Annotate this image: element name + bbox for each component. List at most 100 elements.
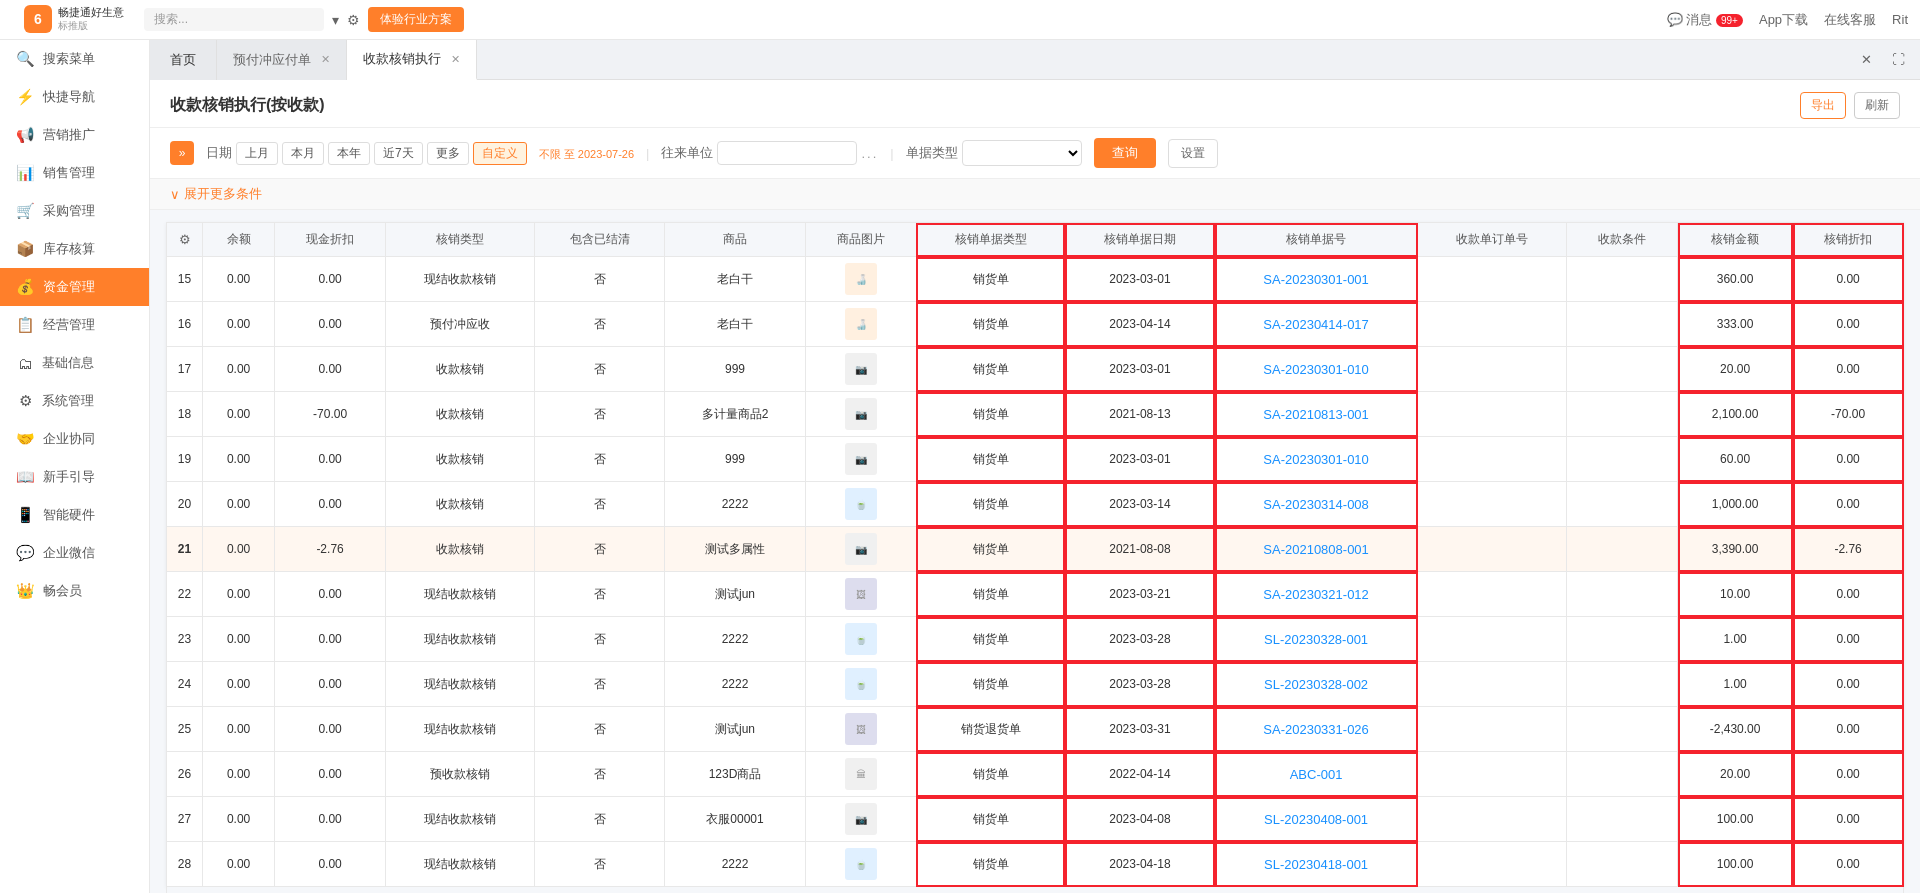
filter-expand-btn[interactable]: » <box>170 141 194 165</box>
sidebar-item-operation[interactable]: 📋 经营管理 <box>0 306 149 344</box>
search-btn[interactable]: 查询 <box>1094 138 1156 168</box>
tab-home[interactable]: 首页 <box>150 40 217 80</box>
sidebar-item-system[interactable]: ⚙ 系统管理 <box>0 382 149 420</box>
td-verify-discount: 0.00 <box>1793 707 1904 752</box>
sidebar-label: 搜索菜单 <box>43 50 95 68</box>
td-verify-type: 收款核销 <box>385 392 534 437</box>
sidebar-item-quick-nav[interactable]: ⚡ 快捷导航 <box>0 78 149 116</box>
sidebar-label: 基础信息 <box>42 354 94 372</box>
th-is-cleared: 包含已结清 <box>535 223 665 257</box>
goods-thumbnail: 📷 <box>845 533 877 565</box>
tab-prepay-close[interactable]: ✕ <box>321 53 330 66</box>
box-icon: 📦 <box>16 240 35 258</box>
td-bill-no: SL-20230328-001 <box>1215 617 1418 662</box>
td-is-cleared: 否 <box>535 437 665 482</box>
bill-no-link[interactable]: SA-20230301-001 <box>1263 272 1369 287</box>
industry-btn[interactable]: 体验行业方案 <box>368 7 464 32</box>
bill-no-link[interactable]: SA-20230414-017 <box>1263 317 1369 332</box>
td-is-cleared: 否 <box>535 482 665 527</box>
filter-partner-input[interactable] <box>717 141 857 165</box>
td-bill-type: 销货单 <box>916 257 1065 302</box>
td-index: 22 <box>167 572 203 617</box>
bill-no-link[interactable]: SA-20210808-001 <box>1263 542 1369 557</box>
app-download-btn[interactable]: App下载 <box>1759 11 1808 29</box>
bill-no-link[interactable]: SA-20230301-010 <box>1263 362 1369 377</box>
table-head: ⚙ 余额 现金折扣 核销类型 包含已结清 商品 商品图片 核销单据类型 核销单据… <box>167 223 1904 257</box>
refresh-btn[interactable]: 刷新 <box>1854 92 1900 119</box>
bill-no-link[interactable]: SA-20230331-026 <box>1263 722 1369 737</box>
sidebar-item-sales[interactable]: 📊 销售管理 <box>0 154 149 192</box>
sidebar-item-hardware[interactable]: 📱 智能硬件 <box>0 496 149 534</box>
crown-icon: 👑 <box>16 582 35 600</box>
sidebar-item-inventory[interactable]: 📦 库存核算 <box>0 230 149 268</box>
sidebar-item-marketing[interactable]: 📢 营销推广 <box>0 116 149 154</box>
bill-no-link[interactable]: SL-20230408-001 <box>1264 812 1368 827</box>
expand-more-btn[interactable]: ∨ 展开更多条件 <box>170 185 262 203</box>
td-balance: 0.00 <box>203 752 275 797</box>
filter-date-more[interactable]: 更多 <box>427 142 469 165</box>
td-receipt-condition <box>1567 797 1678 842</box>
bill-no-link[interactable]: ABC-001 <box>1290 767 1343 782</box>
th-balance: 余额 <box>203 223 275 257</box>
td-verify-amount: 100.00 <box>1678 842 1793 887</box>
td-receipt-condition <box>1567 752 1678 797</box>
td-balance: 0.00 <box>203 482 275 527</box>
column-settings-icon[interactable]: ⚙ <box>179 232 191 247</box>
sidebar-item-basic[interactable]: 🗂 基础信息 <box>0 344 149 382</box>
sidebar-label: 系统管理 <box>42 392 94 410</box>
tab-prepay[interactable]: 预付冲应付单 ✕ <box>217 40 347 80</box>
filter-date-custom[interactable]: 自定义 <box>473 142 527 165</box>
sidebar-item-enterprise[interactable]: 🤝 企业协同 <box>0 420 149 458</box>
td-index: 17 <box>167 347 203 392</box>
bill-no-link[interactable]: SA-20210813-001 <box>1263 407 1369 422</box>
money-icon: 💰 <box>16 278 35 296</box>
td-bill-date: 2023-04-14 <box>1065 302 1214 347</box>
goods-thumbnail: 📷 <box>845 353 877 385</box>
online-service-btn[interactable]: 在线客服 <box>1824 11 1876 29</box>
td-bill-no: SL-20230328-002 <box>1215 662 1418 707</box>
user-name[interactable]: Rit <box>1892 12 1908 27</box>
td-bill-date: 2023-03-01 <box>1065 347 1214 392</box>
sidebar-item-purchase[interactable]: 🛒 采购管理 <box>0 192 149 230</box>
sidebar-item-wechat[interactable]: 💬 企业微信 <box>0 534 149 572</box>
td-index: 23 <box>167 617 203 662</box>
sidebar-item-capital[interactable]: 💰 资金管理 <box>0 268 149 306</box>
filter-date-this-month[interactable]: 本月 <box>282 142 324 165</box>
td-verify-amount: 360.00 <box>1678 257 1793 302</box>
td-goods: 衣服00001 <box>665 797 806 842</box>
tab-bar-right: ✕ ⛶ <box>1844 40 1920 80</box>
bill-no-link[interactable]: SA-20230301-010 <box>1263 452 1369 467</box>
th-receipt-condition: 收款条件 <box>1567 223 1678 257</box>
td-bill-no: SA-20210808-001 <box>1215 527 1418 572</box>
export-btn[interactable]: 导出 <box>1800 92 1846 119</box>
filter-date-last-month[interactable]: 上月 <box>236 142 278 165</box>
bill-no-link[interactable]: SL-20230328-001 <box>1264 632 1368 647</box>
td-bill-date: 2021-08-08 <box>1065 527 1214 572</box>
sidebar-item-search-menu[interactable]: 🔍 搜索菜单 <box>0 40 149 78</box>
bill-no-link[interactable]: SL-20230328-002 <box>1264 677 1368 692</box>
td-receipt-order-no <box>1418 752 1567 797</box>
top-search-box[interactable]: 搜索... <box>144 8 324 31</box>
filter-settings-btn[interactable]: 设置 <box>1168 139 1218 168</box>
td-receipt-order-no <box>1418 257 1567 302</box>
message-btn[interactable]: 💬 消息 99+ <box>1667 11 1743 29</box>
filter-date-7days[interactable]: 近7天 <box>374 142 423 165</box>
filter-date-this-year[interactable]: 本年 <box>328 142 370 165</box>
goods-thumbnail: 🍶 <box>845 263 877 295</box>
td-verify-type: 收款核销 <box>385 527 534 572</box>
bill-no-link[interactable]: SA-20230321-012 <box>1263 587 1369 602</box>
tab-receipt-verify-close[interactable]: ✕ <box>451 53 460 66</box>
tab-close-window-btn[interactable]: ✕ <box>1852 46 1880 74</box>
sidebar-label: 销售管理 <box>43 164 95 182</box>
tab-receipt-verify[interactable]: 收款核销执行 ✕ <box>347 40 477 80</box>
bill-no-link[interactable]: SL-20230418-001 <box>1264 857 1368 872</box>
filter-receipt-type-select[interactable] <box>962 140 1082 166</box>
tab-maximize-btn[interactable]: ⛶ <box>1884 46 1912 74</box>
td-goods-image: 📷 <box>805 437 916 482</box>
gear-icon[interactable]: ⚙ <box>347 12 360 28</box>
bill-no-link[interactable]: SA-20230314-008 <box>1263 497 1369 512</box>
sidebar-item-guide[interactable]: 📖 新手引导 <box>0 458 149 496</box>
td-goods-image: 🍵 <box>805 617 916 662</box>
sidebar-item-member[interactable]: 👑 畅会员 <box>0 572 149 610</box>
chevron-down-icon: ▾ <box>332 12 339 28</box>
